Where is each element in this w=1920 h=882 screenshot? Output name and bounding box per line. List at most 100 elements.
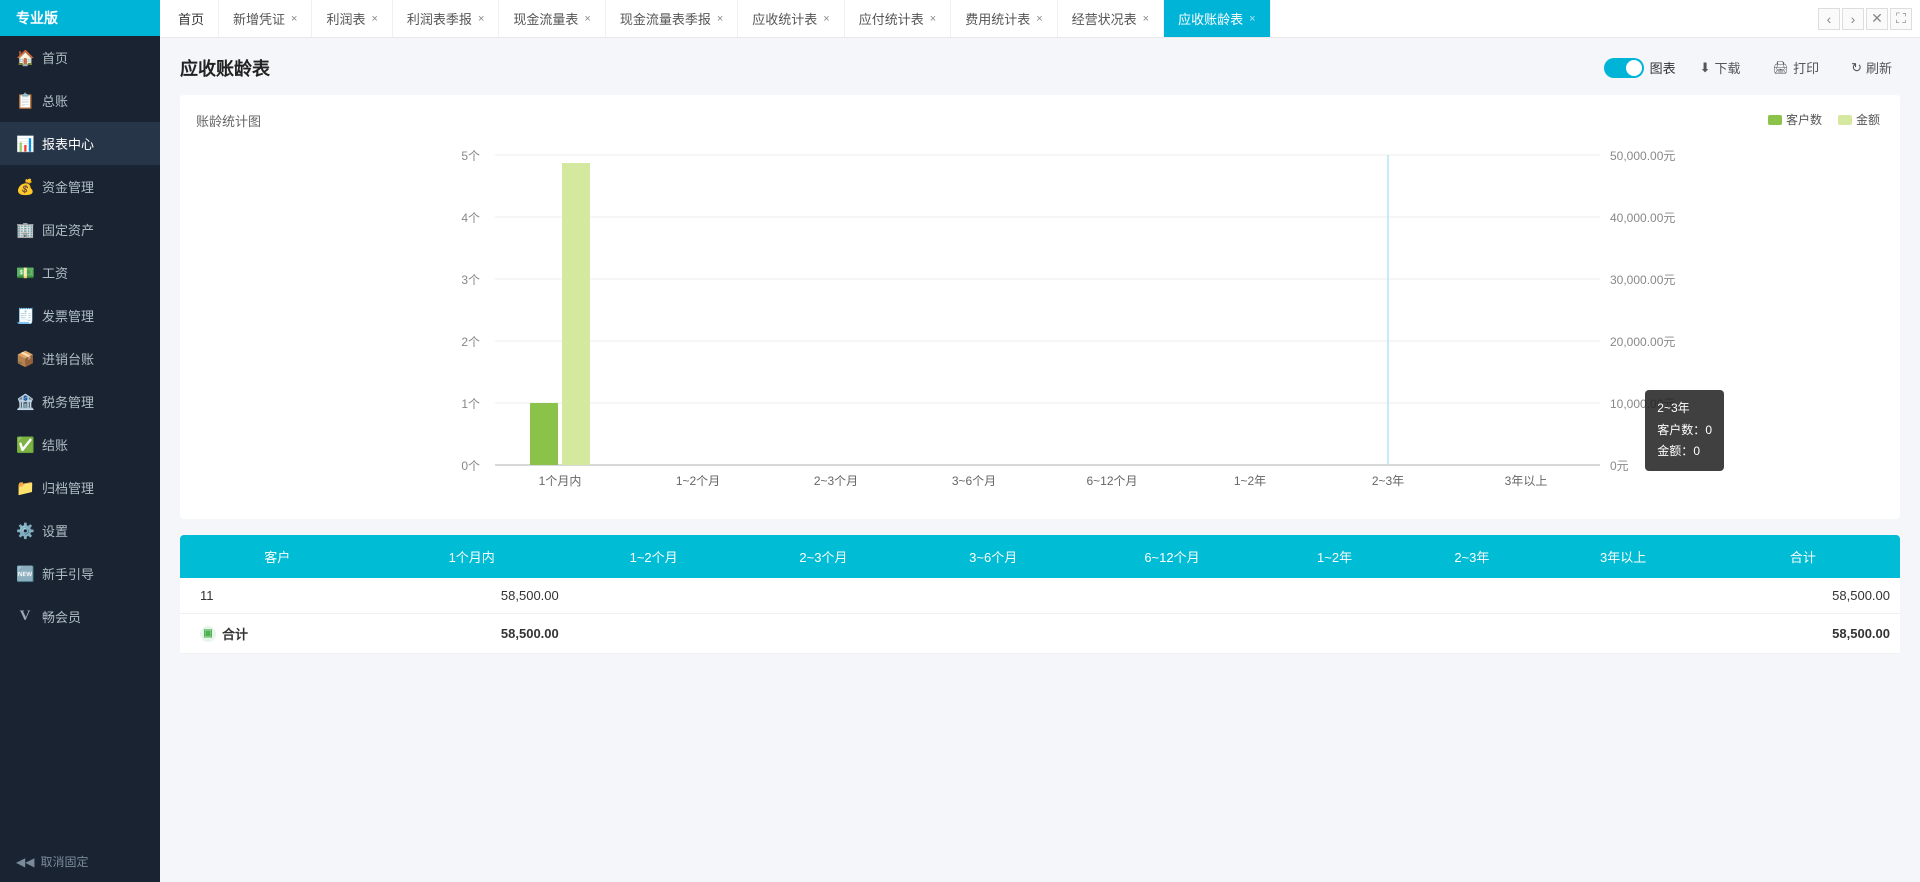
tab-voucher[interactable]: 新增凭证 × xyxy=(219,0,312,38)
svg-text:1~2个月: 1~2个月 xyxy=(676,474,720,488)
fund-icon: 💰 xyxy=(16,178,34,196)
sidebar-item-guide[interactable]: 🆕 新手引导 xyxy=(0,552,160,595)
svg-text:2个: 2个 xyxy=(461,335,480,349)
tab-voucher-label: 新增凭证 xyxy=(233,9,285,28)
svg-text:3~6个月: 3~6个月 xyxy=(952,474,996,488)
tab-receivable-stat[interactable]: 应收统计表 × xyxy=(738,0,844,38)
sidebar-item-settings[interactable]: ⚙️ 设置 xyxy=(0,509,160,552)
sidebar-item-stock[interactable]: 📦 进销台账 xyxy=(0,337,160,380)
col-y3plus: 3年以上 xyxy=(1541,535,1706,578)
tab-expense-stat-close[interactable]: × xyxy=(1036,13,1042,25)
sidebar-item-invoice[interactable]: 🧾 发票管理 xyxy=(0,294,160,337)
bar-chart-svg: 0个 1个 2个 3个 4个 5个 0元 10,000.00元 20,000.0… xyxy=(196,140,1884,500)
sidebar-item-vip[interactable]: V 畅会员 xyxy=(0,595,160,638)
sidebar-item-label: 总账 xyxy=(42,91,68,110)
tab-profit-close[interactable]: × xyxy=(371,13,377,25)
tab-next-button[interactable]: › xyxy=(1842,8,1864,30)
sidebar-item-asset[interactable]: 🏢 固定资产 xyxy=(0,208,160,251)
unpin-icon: ◀◀ xyxy=(16,855,34,869)
legend-customers-color xyxy=(1768,115,1782,125)
tab-cashflow-close[interactable]: × xyxy=(584,13,590,25)
col-m6-12: 6~12个月 xyxy=(1078,535,1266,578)
sidebar-item-ledger[interactable]: 📋 总账 xyxy=(0,79,160,122)
tab-cashflow-label: 现金流量表 xyxy=(513,9,578,28)
refresh-label: 刷新 xyxy=(1866,58,1892,77)
tab-aging-close[interactable]: × xyxy=(1249,13,1255,25)
sidebar-item-label: 结账 xyxy=(42,435,68,454)
col-y2-3: 2~3年 xyxy=(1403,535,1540,578)
total-total: 58,500.00 xyxy=(1706,614,1900,654)
sidebar-item-label: 报表中心 xyxy=(42,134,94,153)
tab-payable-stat-close[interactable]: × xyxy=(930,13,936,25)
tab-cashflow-quarterly-close[interactable]: × xyxy=(717,13,723,25)
tab-receivable-stat-label: 应收统计表 xyxy=(752,9,817,28)
sidebar-item-salary[interactable]: 💵 工资 xyxy=(0,251,160,294)
tab-cashflow[interactable]: 现金流量表 × xyxy=(499,0,605,38)
page-title: 应收账龄表 xyxy=(180,55,270,81)
bar-amount-1[interactable] xyxy=(562,163,590,465)
tab-operation-label: 经营状况表 xyxy=(1072,9,1137,28)
tab-voucher-close[interactable]: × xyxy=(291,13,297,25)
invoice-icon: 🧾 xyxy=(16,307,34,325)
sidebar-item-archive[interactable]: 📁 归档管理 xyxy=(0,466,160,509)
aging-table: 客户 1个月内 1~2个月 2~3个月 3~6个月 6~12个月 1~2年 2~… xyxy=(180,535,1900,654)
sidebar: 专业版 🏠 首页 📋 总账 📊 报表中心 💰 资金管理 🏢 固定资产 💵 工资 … xyxy=(0,0,160,882)
tab-close-all-button[interactable]: ✕ xyxy=(1866,8,1888,30)
page-actions: 图表 ⬇ 下载 🖨 打印 ↻ 刷新 xyxy=(1604,54,1900,81)
sidebar-item-label: 新手引导 xyxy=(42,564,94,583)
tab-profit[interactable]: 利润表 × xyxy=(312,0,392,38)
svg-text:3个: 3个 xyxy=(461,273,480,287)
tab-cashflow-quarterly-label: 现金流量表季报 xyxy=(620,9,711,28)
tab-aging[interactable]: 应收账龄表 × xyxy=(1164,0,1270,38)
tab-profit-quarterly-close[interactable]: × xyxy=(478,13,484,25)
cell-y3plus xyxy=(1541,578,1706,614)
refresh-icon: ↻ xyxy=(1851,60,1862,76)
total-m3-6 xyxy=(908,614,1078,654)
sidebar-item-fund[interactable]: 💰 资金管理 xyxy=(0,165,160,208)
total-icon: ▣ xyxy=(200,626,216,642)
sidebar-item-settle[interactable]: ✅ 结账 xyxy=(0,423,160,466)
svg-text:3年以上: 3年以上 xyxy=(1505,474,1548,488)
settings-icon: ⚙️ xyxy=(16,522,34,540)
chart-toggle[interactable] xyxy=(1604,58,1644,78)
tab-home[interactable]: 首页 xyxy=(164,0,219,38)
tab-operation[interactable]: 经营状况表 × xyxy=(1058,0,1164,38)
tax-icon: 🏦 xyxy=(16,393,34,411)
tab-expand-button[interactable]: ⛶ xyxy=(1890,8,1912,30)
sidebar-item-label: 畅会员 xyxy=(42,607,81,626)
download-button[interactable]: ⬇ 下载 xyxy=(1692,54,1749,81)
tab-prev-button[interactable]: ‹ xyxy=(1818,8,1840,30)
tab-expense-stat[interactable]: 费用统计表 × xyxy=(951,0,1057,38)
tab-operation-close[interactable]: × xyxy=(1143,13,1149,25)
tab-payable-stat[interactable]: 应付统计表 × xyxy=(845,0,951,38)
tab-cashflow-quarterly[interactable]: 现金流量表季报 × xyxy=(606,0,738,38)
chart-title: 账龄统计图 xyxy=(196,111,1884,130)
tab-profit-quarterly-label: 利润表季报 xyxy=(407,9,472,28)
col-m2-3: 2~3个月 xyxy=(739,535,909,578)
bar-customers-1[interactable] xyxy=(530,403,558,465)
sidebar-item-home[interactable]: 🏠 首页 xyxy=(0,36,160,79)
refresh-button[interactable]: ↻ 刷新 xyxy=(1843,54,1900,81)
tab-profit-label: 利润表 xyxy=(326,9,365,28)
page-header: 应收账龄表 图表 ⬇ 下载 🖨 打印 ↻ 刷新 xyxy=(180,54,1900,81)
svg-text:6~12个月: 6~12个月 xyxy=(1086,474,1137,488)
total-m1-2 xyxy=(569,614,739,654)
stock-icon: 📦 xyxy=(16,350,34,368)
sidebar-item-tax[interactable]: 🏦 税务管理 xyxy=(0,380,160,423)
archive-icon: 📁 xyxy=(16,479,34,497)
col-m1: 1个月内 xyxy=(375,535,569,578)
col-customer: 客户 xyxy=(180,535,375,578)
sidebar-item-label: 归档管理 xyxy=(42,478,94,497)
col-m1-2: 1~2个月 xyxy=(569,535,739,578)
tab-receivable-stat-close[interactable]: × xyxy=(823,13,829,25)
table-header-row: 客户 1个月内 1~2个月 2~3个月 3~6个月 6~12个月 1~2年 2~… xyxy=(180,535,1900,578)
sidebar-item-report[interactable]: 📊 报表中心 xyxy=(0,122,160,165)
tab-profit-quarterly[interactable]: 利润表季报 × xyxy=(393,0,499,38)
cell-m3-6 xyxy=(908,578,1078,614)
print-button[interactable]: 🖨 打印 xyxy=(1765,54,1828,81)
cell-total: 58,500.00 xyxy=(1706,578,1900,614)
unpin-button[interactable]: ◀◀ 取消固定 xyxy=(0,841,160,882)
svg-text:50,000.00元: 50,000.00元 xyxy=(1610,149,1675,163)
col-y1-2: 1~2年 xyxy=(1266,535,1403,578)
main-area: 首页 新增凭证 × 利润表 × 利润表季报 × 现金流量表 × 现金流量表季报 … xyxy=(160,0,1920,882)
